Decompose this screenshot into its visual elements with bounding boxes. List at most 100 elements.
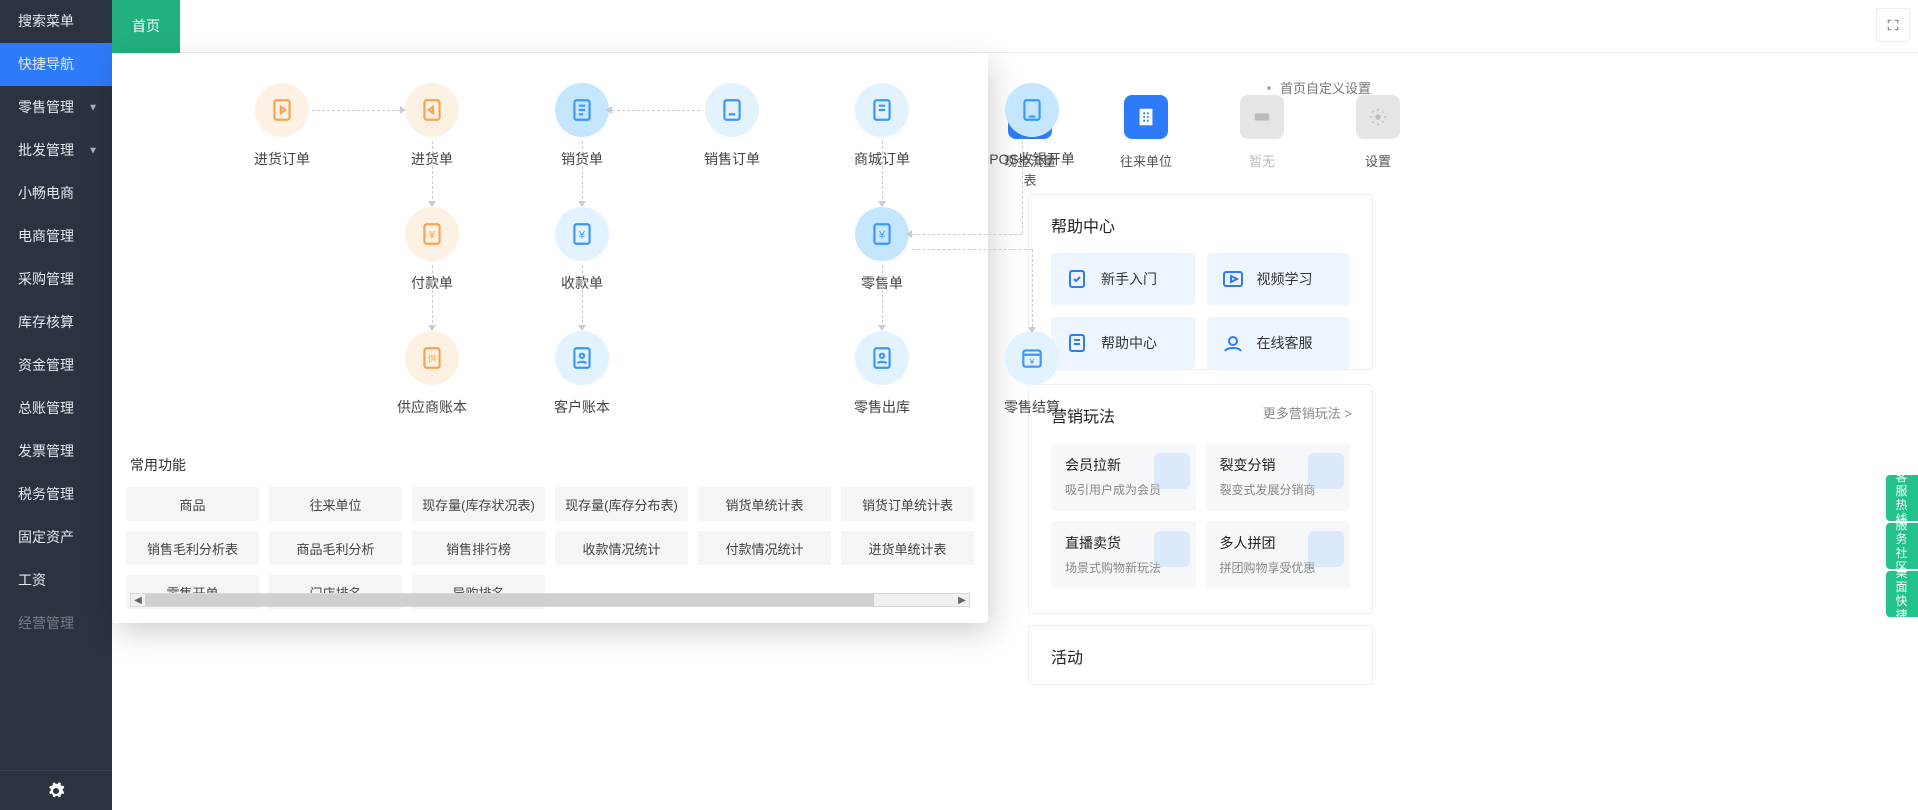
svg-text:供: 供 [428, 352, 437, 363]
svg-text:¥: ¥ [578, 229, 586, 241]
building-icon [1135, 106, 1157, 128]
help-item-label: 视频学习 [1257, 269, 1313, 289]
help-item-label: 帮助中心 [1101, 333, 1157, 353]
sidebar-item-quicknav[interactable]: 快捷导航 [0, 43, 112, 86]
sidebar-item-retail[interactable]: 零售管理▼ [0, 86, 112, 129]
help-title: 帮助中心 [1051, 213, 1350, 237]
sales-item-fission[interactable]: 裂变分销裂变式发展分销商 [1206, 443, 1351, 511]
tab-strip: 首页 [112, 0, 1918, 53]
gear-icon [1262, 81, 1276, 95]
decor-icon [1154, 531, 1190, 567]
help-item-newbie[interactable]: 新手入门 [1051, 253, 1195, 305]
node-label: 供应商账本 [357, 397, 507, 417]
placeholder-icon [1251, 106, 1273, 128]
sidebar-item-operations[interactable]: 经营管理 [0, 602, 112, 645]
node-customer-ledger[interactable]: 客户账本 [507, 331, 657, 417]
sidebar-settings-button[interactable] [0, 770, 112, 810]
sidebar-item-ecommerce-xc[interactable]: 小畅电商 [0, 172, 112, 215]
sales-item-live[interactable]: 直播卖货场景式购物新玩法 [1051, 521, 1196, 589]
edge-hotline[interactable]: 客服热线 [1886, 475, 1918, 521]
sidebar-item-search[interactable]: 搜索菜单 [0, 0, 112, 43]
sidebar-item-funds[interactable]: 资金管理 [0, 344, 112, 387]
fn-btn[interactable]: 销货单统计表 [698, 487, 831, 521]
scroll-thumb[interactable] [145, 594, 874, 606]
top-icon-contacts[interactable]: 往来单位 [1116, 95, 1176, 189]
fn-btn[interactable]: 销货订单统计表 [841, 487, 974, 521]
sidebar-item-invoice[interactable]: 发票管理 [0, 430, 112, 473]
top-icon-label: 往来单位 [1116, 151, 1176, 170]
sidebar-item-ecommerce[interactable]: 电商管理 [0, 215, 112, 258]
node-label: 进货订单 [207, 149, 357, 169]
flyout-scrollbar[interactable]: ◀ ▶ [130, 593, 970, 607]
node-label: 零售出库 [807, 397, 957, 417]
person-doc-icon [869, 345, 895, 371]
chevron-down-icon: ▼ [88, 129, 98, 172]
headset-icon [1221, 331, 1245, 355]
calendar-money-icon: ¥ [1019, 345, 1045, 371]
svg-text:¥: ¥ [878, 229, 886, 241]
expand-icon [1886, 18, 1900, 32]
clipboard-check-icon [1065, 267, 1089, 291]
sidebar-item-inventory[interactable]: 库存核算 [0, 301, 112, 344]
fn-btn[interactable]: 商品毛利分析 [269, 531, 402, 565]
top-icon-settings[interactable]: 设置 [1348, 95, 1408, 189]
fn-btn[interactable]: 进货单统计表 [841, 531, 974, 565]
node-supplier-ledger[interactable]: 供供应商账本 [357, 331, 507, 417]
ledger-icon: 供 [419, 345, 445, 371]
node-pos-open[interactable]: POS收银开单 [957, 83, 1107, 169]
sidebar-item-wholesale[interactable]: 批发管理▼ [0, 129, 112, 172]
sidebar-item-purchase[interactable]: 采购管理 [0, 258, 112, 301]
common-functions-grid: 商品 往来单位 现存量(库存状况表) 现存量(库存分布表) 销货单统计表 销货订… [112, 475, 988, 609]
sidebar-item-assets[interactable]: 固定资产 [0, 516, 112, 559]
sidebar-item-tax[interactable]: 税务管理 [0, 473, 112, 516]
scroll-left-button[interactable]: ◀ [131, 594, 145, 606]
fn-btn[interactable]: 现存量(库存分布表) [555, 487, 688, 521]
sales-item-member[interactable]: 会员拉新吸引用户成为会员 [1051, 443, 1196, 511]
checklist-icon [869, 97, 895, 123]
doc-icon [1019, 97, 1045, 123]
fullscreen-button[interactable] [1876, 8, 1910, 42]
node-label: 销售订单 [657, 149, 807, 169]
fn-btn[interactable]: 付款情况统计 [698, 531, 831, 565]
fn-btn[interactable]: 销售毛利分析表 [126, 531, 259, 565]
help-item-label: 在线客服 [1257, 333, 1313, 353]
edge-desktop[interactable]: 桌面快捷 [1886, 571, 1918, 617]
node-label: 零售结算 [957, 397, 1107, 417]
fn-btn[interactable]: 商品 [126, 487, 259, 521]
scroll-track[interactable] [145, 594, 955, 606]
fn-btn[interactable]: 往来单位 [269, 487, 402, 521]
node-retail-out[interactable]: 零售出库 [807, 331, 957, 417]
activity-card: 活动 [1028, 625, 1373, 685]
play-icon [1221, 267, 1245, 291]
scroll-right-button[interactable]: ▶ [955, 594, 969, 606]
fn-btn[interactable]: 销售排行榜 [412, 531, 545, 565]
custom-setting-label: 首页自定义设置 [1280, 81, 1371, 96]
help-item-support[interactable]: 在线客服 [1207, 317, 1351, 369]
sales-more-link[interactable]: 更多营销玩法 > [1263, 403, 1352, 422]
help-item-video[interactable]: 视频学习 [1207, 253, 1351, 305]
fn-btn[interactable]: 收款情况统计 [555, 531, 688, 565]
node-purchase-order[interactable]: 进货订单 [207, 83, 357, 169]
money-doc-icon: ¥ [419, 221, 445, 247]
gear-icon [1367, 106, 1389, 128]
fn-btn[interactable]: 现存量(库存状况表) [412, 487, 545, 521]
edge-dock: 客服热线 服务社区 桌面快捷 [1886, 475, 1918, 619]
node-label: POS收银开单 [957, 149, 1107, 169]
decor-icon [1308, 453, 1344, 489]
decor-icon [1308, 531, 1344, 567]
node-sales-order[interactable]: 销售订单 [657, 83, 807, 169]
top-icon-empty[interactable]: 暂无 [1232, 95, 1292, 189]
node-retail-settle[interactable]: ¥ 零售结算 [957, 331, 1107, 417]
checklist-icon [569, 97, 595, 123]
edge-community[interactable]: 服务社区 [1886, 523, 1918, 569]
quicknav-flyout: 进货订单 进货单 销货单 销售订单 商城订单 POS收银开单 ¥付款单 ¥收款单… [112, 53, 988, 623]
tab-home[interactable]: 首页 [112, 0, 180, 53]
sales-item-groupbuy[interactable]: 多人拼团拼团购物享受优惠 [1206, 521, 1351, 589]
activity-title: 活动 [1051, 644, 1350, 668]
help-item-label: 新手入门 [1101, 269, 1157, 289]
sidebar-item-ledger[interactable]: 总账管理 [0, 387, 112, 430]
person-doc-icon [569, 345, 595, 371]
node-label: 客户账本 [507, 397, 657, 417]
sidebar-item-salary[interactable]: 工资 [0, 559, 112, 602]
top-icon-label: 设置 [1348, 151, 1408, 170]
